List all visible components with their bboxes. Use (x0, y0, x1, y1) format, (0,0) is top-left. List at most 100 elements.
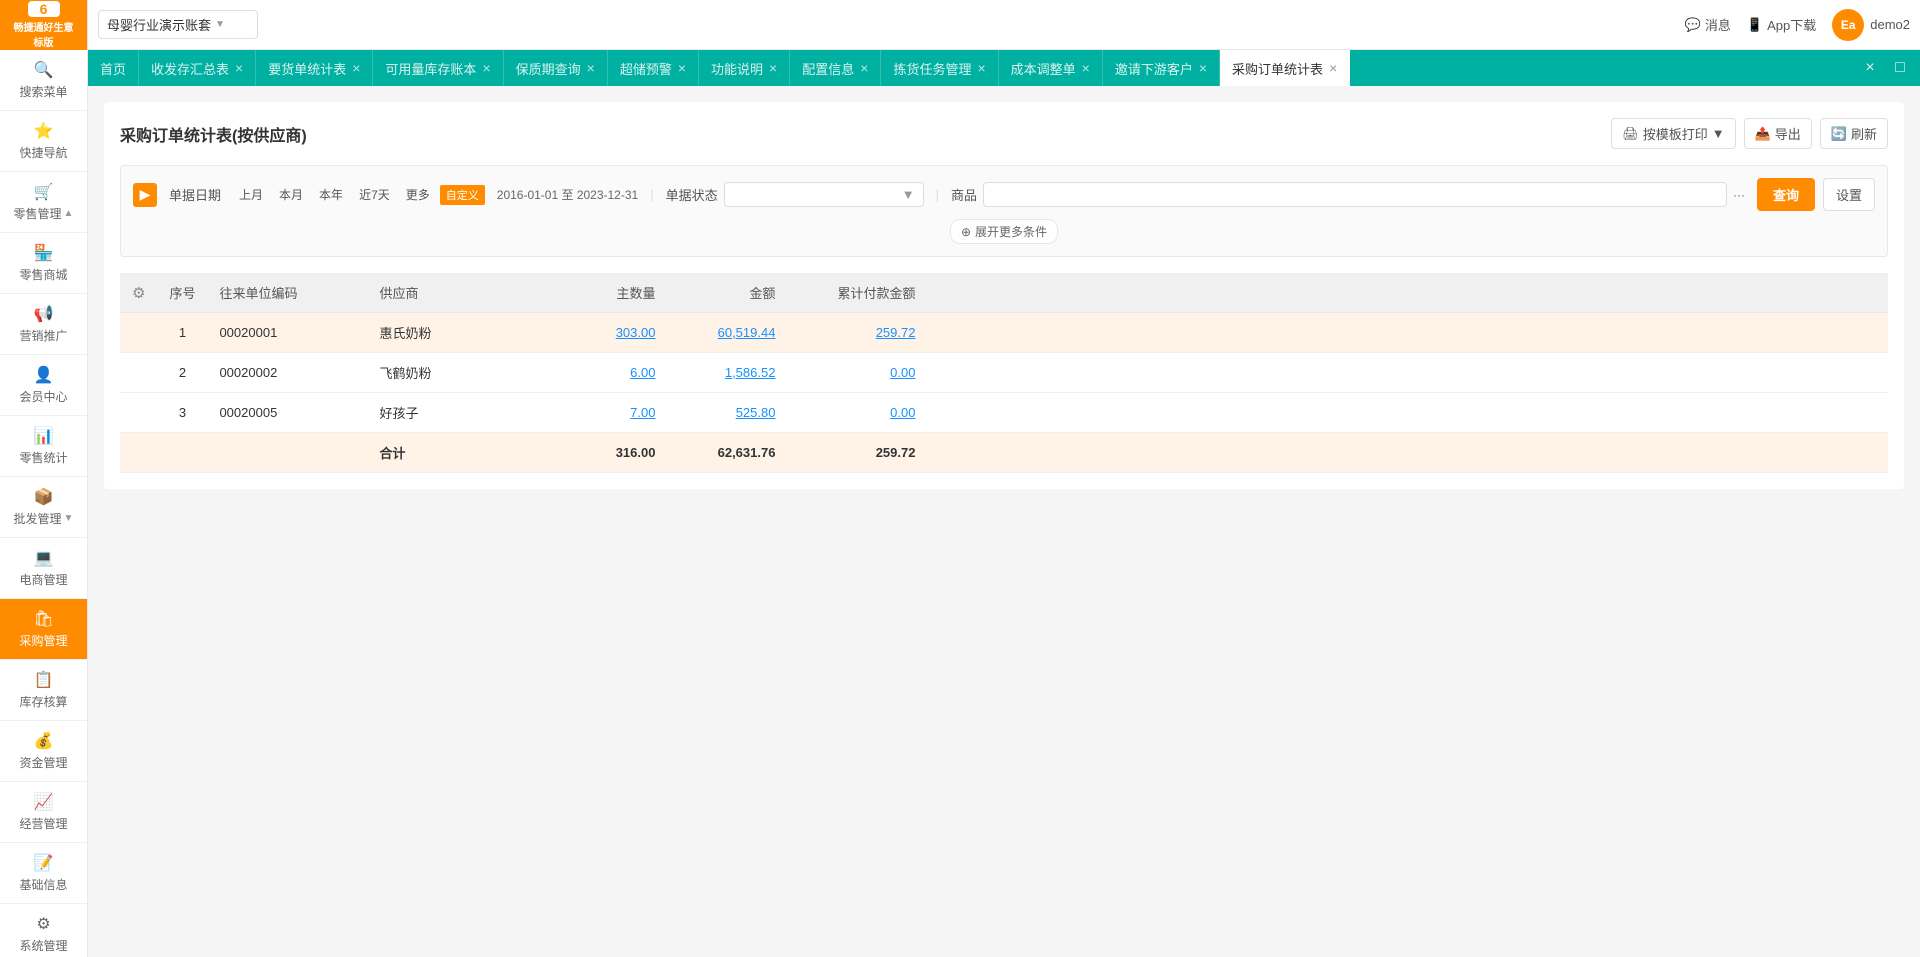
refresh-button[interactable]: 🔄 刷新 (1820, 118, 1888, 149)
tab-close-icon[interactable]: × (860, 61, 868, 75)
query-button[interactable]: 查询 (1757, 178, 1815, 211)
sidebar-item-basic[interactable]: 📝 基础信息 (0, 843, 87, 904)
download-icon: 📱 (1747, 17, 1763, 33)
sidebar-item-search[interactable]: 🔍 搜索菜单 (0, 50, 87, 111)
col-supplier-header: 供应商 (367, 273, 567, 313)
top-bar-right: 💬 消息 📱 App下载 Ea demo2 (1685, 9, 1910, 41)
tab-config-label: 配置信息 (802, 59, 854, 78)
export-button[interactable]: 📤 导出 (1744, 118, 1812, 149)
tab-close-all-button[interactable]: × (1858, 56, 1882, 80)
sidebar-item-system[interactable]: ⚙ 系统管理 (0, 904, 87, 957)
refresh-icon: 🔄 (1831, 126, 1847, 142)
tab-close-icon[interactable]: × (678, 61, 686, 75)
tab-purchase-stat[interactable]: 要货单统计表 × (256, 50, 373, 86)
tab-pick-task-label: 拣货任务管理 (893, 59, 971, 78)
settings-button[interactable]: 设置 (1823, 178, 1875, 211)
tab-config[interactable]: 配置信息 × (790, 50, 881, 86)
row-paid[interactable]: 0.00 (787, 393, 927, 433)
date-more[interactable]: 更多 (400, 184, 436, 205)
sidebar-item-finance[interactable]: 💰 资金管理 (0, 721, 87, 782)
sidebar-item-retail-stat[interactable]: 📊 零售统计 (0, 416, 87, 477)
date-custom-badge[interactable]: 自定义 (440, 185, 485, 205)
tab-active-close-icon[interactable]: × (1329, 61, 1337, 75)
tab-close-icon[interactable]: × (769, 61, 777, 75)
wholesale-icon: 📦 (34, 487, 54, 507)
row-qty[interactable]: 6.00 (567, 353, 667, 393)
tab-purchase-order-stat[interactable]: 采购订单统计表 × (1220, 50, 1350, 86)
sidebar-item-marketing[interactable]: 📢 营销推广 (0, 294, 87, 355)
tab-function-desc[interactable]: 功能说明 × (699, 50, 790, 86)
row-no: 3 (157, 393, 207, 433)
sidebar-item-operation[interactable]: 📈 经营管理 (0, 782, 87, 843)
user-menu-button[interactable]: Ea demo2 (1832, 9, 1910, 41)
tab-available-inventory[interactable]: 可用量库存账本 × (373, 50, 503, 86)
col-settings-header: ⚙ (120, 273, 157, 313)
goods-input[interactable] (983, 182, 1727, 207)
row-amount[interactable]: 525.80 (667, 393, 787, 433)
tab-stock-summary[interactable]: 收发存汇总表 × (139, 50, 256, 86)
date-this-month[interactable]: 本月 (273, 184, 309, 205)
account-dropdown[interactable]: 母婴行业演示账套 ▼ (98, 10, 258, 39)
row-extra (927, 393, 1888, 433)
table-row[interactable]: 1 00020001 惠氏奶粉 303.00 60,519.44 259.72 (120, 313, 1888, 353)
tab-close-icon[interactable]: × (587, 61, 595, 75)
row-qty[interactable]: 7.00 (567, 393, 667, 433)
table-row[interactable]: 3 00020005 好孩子 7.00 525.80 0.00 (120, 393, 1888, 433)
row-qty[interactable]: 303.00 (567, 313, 667, 353)
inventory-icon: 📋 (34, 670, 54, 690)
tab-close-icon[interactable]: × (352, 61, 360, 75)
tab-close-icon[interactable]: × (977, 61, 985, 75)
sidebar-item-purchase[interactable]: 🛍 采购管理 (0, 599, 87, 660)
tab-overstock-alert[interactable]: 超储预警 × (608, 50, 699, 86)
tab-close-icon[interactable]: × (482, 61, 490, 75)
tab-cost-adjust[interactable]: 成本调整单 × (999, 50, 1103, 86)
tab-expiry-query[interactable]: 保质期查询 × (504, 50, 608, 86)
date-filter-label: 单据日期 (169, 185, 221, 204)
goods-filter-wrapper: 商品 ··· (951, 182, 1745, 207)
tab-close-icon[interactable]: × (1082, 61, 1090, 75)
tab-restore-button[interactable]: □ (1888, 56, 1912, 80)
sidebar-item-ecommerce-label: 电商管理 (19, 571, 67, 588)
print-button[interactable]: 🖨 按模板打印 ▼ (1611, 118, 1735, 149)
sidebar-item-inventory[interactable]: 📋 库存核算 (0, 660, 87, 721)
row-supplier: 惠氏奶粉 (367, 313, 567, 353)
sidebar-item-member[interactable]: 👤 会员中心 (0, 355, 87, 416)
row-amount[interactable]: 1,586.52 (667, 353, 787, 393)
date-last-7-days[interactable]: 近7天 (353, 184, 396, 205)
col-settings-icon[interactable]: ⚙ (132, 285, 145, 302)
filter-toggle-button[interactable]: ▶ (133, 183, 157, 207)
more-filters-button[interactable]: ··· (1733, 188, 1745, 202)
tab-pick-task[interactable]: 拣货任务管理 × (881, 50, 998, 86)
tab-home-label: 首页 (100, 59, 126, 78)
date-this-year[interactable]: 本年 (313, 184, 349, 205)
sidebar-item-ecommerce[interactable]: 💻 电商管理 (0, 538, 87, 599)
date-last-month[interactable]: 上月 (233, 184, 269, 205)
tab-close-icon[interactable]: × (1199, 61, 1207, 75)
chevron-down-icon: ▲ (64, 208, 74, 219)
sidebar: 6 畅捷通好生意 标版 🔍 搜索菜单 ⭐ 快捷导航 🛒 零售管理 ▲ 🏪 零售商… (0, 0, 88, 957)
row-paid[interactable]: 259.72 (787, 313, 927, 353)
status-select[interactable]: ▼ (724, 182, 924, 207)
sidebar-item-system-label: 系统管理 (19, 937, 67, 954)
sidebar-item-retail[interactable]: 🛒 零售管理 ▲ (0, 172, 87, 233)
sidebar-item-retail-shop[interactable]: 🏪 零售商城 (0, 233, 87, 294)
sidebar-item-wholesale[interactable]: 📦 批发管理 ▼ (0, 477, 87, 538)
logo-icon: 6 (28, 1, 60, 17)
star-icon: ⭐ (34, 121, 54, 141)
tab-close-icon[interactable]: × (235, 61, 243, 75)
message-button[interactable]: 💬 消息 (1685, 15, 1731, 34)
row-amount[interactable]: 60,519.44 (667, 313, 787, 353)
tab-home[interactable]: 首页 (88, 50, 139, 86)
sidebar-item-quicknav[interactable]: ⭐ 快捷导航 (0, 111, 87, 172)
sidebar-item-retail-shop-label: 零售商城 (19, 266, 67, 283)
expand-more-button[interactable]: ⊕ 展开更多条件 (950, 219, 1058, 244)
table-row[interactable]: 2 00020002 飞鹤奶粉 6.00 1,586.52 0.00 (120, 353, 1888, 393)
ecommerce-icon: 💻 (34, 548, 54, 568)
status-dropdown-arrow-icon: ▼ (902, 187, 915, 202)
app-download-button[interactable]: 📱 App下载 (1747, 15, 1816, 34)
row-extra (927, 313, 1888, 353)
tab-invite-customer[interactable]: 邀请下游客户 × (1103, 50, 1220, 86)
row-paid[interactable]: 0.00 (787, 353, 927, 393)
member-icon: 👤 (34, 365, 54, 385)
row-code: 00020002 (207, 353, 367, 393)
